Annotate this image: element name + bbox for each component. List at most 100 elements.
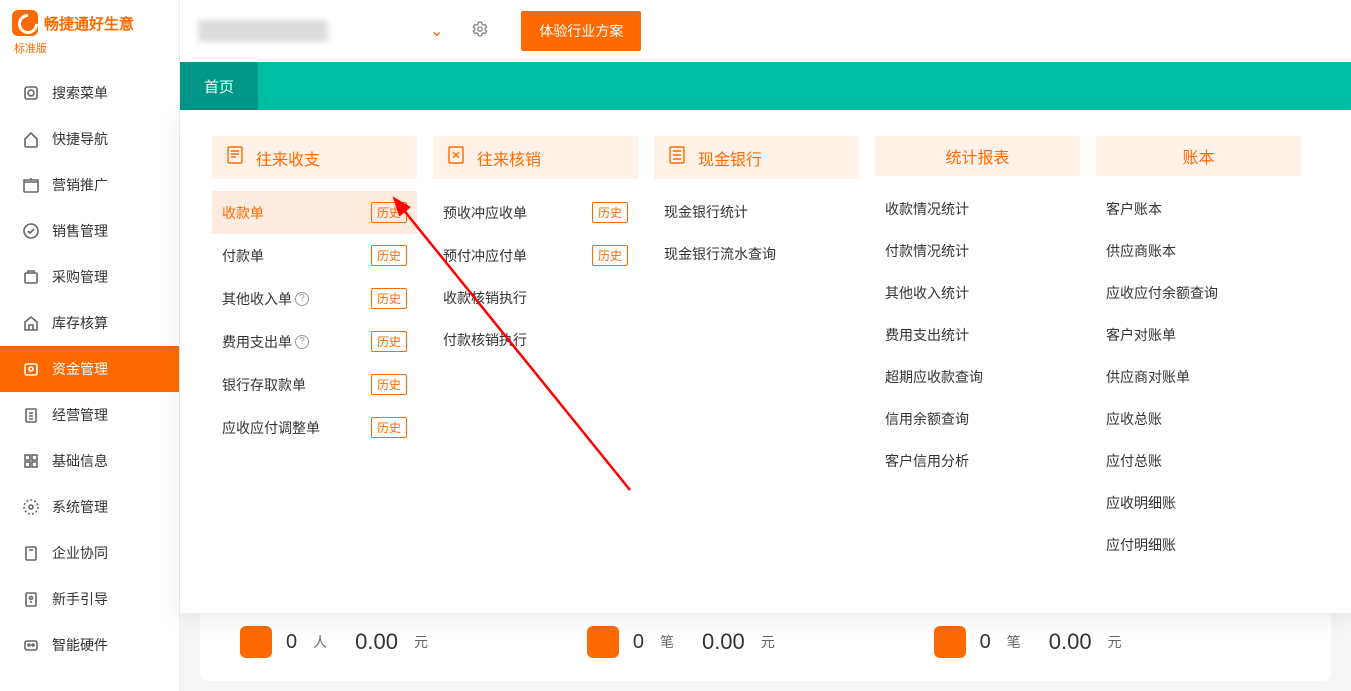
sidebar-item-label: 快捷导航	[52, 129, 108, 149]
tab-home[interactable]: 首页	[180, 62, 258, 110]
mega-column: 现金银行现金银行统计现金银行流水查询	[654, 136, 859, 587]
sidebar-item-label: 库存核算	[52, 313, 108, 333]
mega-item-label: 付款核销执行	[443, 330, 527, 350]
mega-column: 统计报表收款情况统计付款情况统计其他收入统计费用支出统计超期应收款查询信用余额查…	[875, 136, 1080, 587]
sidebar-item-marketing[interactable]: 营销推广	[0, 162, 179, 208]
stat-count: 0	[633, 631, 644, 654]
mega-item-label: 收款核销执行	[443, 288, 527, 308]
mega-menu-item[interactable]: 其他收入统计	[875, 272, 1080, 314]
mega-menu-item[interactable]: 应付明细账	[1096, 524, 1301, 566]
sidebar-item-funds[interactable]: 资金管理	[0, 346, 179, 392]
org-selector-redacted[interactable]	[198, 20, 328, 42]
mega-column-title: 现金银行	[698, 146, 762, 170]
sidebar-item-quicknav[interactable]: 快捷导航	[0, 116, 179, 162]
mega-item-label: 应收应付调整单	[222, 418, 320, 438]
stat-card: 0笔0.00元	[587, 626, 934, 658]
hardware-icon	[22, 636, 40, 654]
mega-menu-item[interactable]: 收款单历史	[212, 191, 417, 234]
mega-column: 往来核销预收冲应收单历史预付冲应付单历史收款核销执行付款核销执行	[433, 136, 638, 587]
cta-button[interactable]: 体验行业方案	[521, 11, 641, 51]
sidebar-item-label: 新手引导	[52, 589, 108, 609]
mega-menu-item[interactable]: 应收应付调整单 历史	[212, 406, 417, 449]
stat-unit: 人	[313, 632, 327, 652]
sales-icon	[22, 222, 40, 240]
sidebar: 畅捷通好生意 标准版 搜索菜单快捷导航营销推广销售管理采购管理库存核算资金管理经…	[0, 0, 180, 691]
stat-unit: 笔	[1007, 632, 1021, 652]
purchase-icon	[22, 268, 40, 286]
mega-menu-item[interactable]: 预付冲应付单 历史	[433, 234, 638, 277]
mega-item-label: 预付冲应付单	[443, 246, 527, 266]
sidebar-item-inventory[interactable]: 库存核算	[0, 300, 179, 346]
mega-item-label: 应付明细账	[1106, 535, 1176, 555]
sidebar-item-sales[interactable]: 销售管理	[0, 208, 179, 254]
mega-menu-item[interactable]: 付款核销执行	[433, 319, 638, 361]
mega-column-header: 现金银行	[654, 136, 859, 179]
basic-icon	[22, 452, 40, 470]
mega-column: 账本客户账本供应商账本应收应付余额查询客户对账单供应商对账单应收总账应付总账应收…	[1096, 136, 1301, 587]
stat-icon	[240, 626, 272, 658]
mega-menu-item[interactable]: 信用余额查询	[875, 398, 1080, 440]
mega-item-label: 其他收入统计	[885, 283, 969, 303]
sidebar-item-system[interactable]: 系统管理	[0, 484, 179, 530]
mega-item-label: 客户账本	[1106, 199, 1162, 219]
mega-menu-item[interactable]: 应收应付余额查询	[1096, 272, 1301, 314]
mega-menu-item[interactable]: 应收总账	[1096, 398, 1301, 440]
mega-item-label: 应收明细账	[1106, 493, 1176, 513]
mega-menu-item[interactable]: 现金银行流水查询	[654, 233, 859, 275]
mega-menu-item[interactable]: 付款单历史	[212, 234, 417, 277]
history-badge[interactable]: 历史	[371, 202, 407, 223]
sidebar-item-hardware[interactable]: 智能硬件	[0, 622, 179, 668]
sidebar-item-purchase[interactable]: 采购管理	[0, 254, 179, 300]
help-icon[interactable]: ?	[295, 335, 309, 349]
mega-item-label: 银行存取款单	[222, 375, 306, 395]
mega-menu-item[interactable]: 应付总账	[1096, 440, 1301, 482]
sidebar-item-collab[interactable]: 企业协同	[0, 530, 179, 576]
sidebar-item-basic[interactable]: 基础信息	[0, 438, 179, 484]
history-badge[interactable]: 历史	[592, 202, 628, 223]
mega-menu-item[interactable]: 客户对账单	[1096, 314, 1301, 356]
guide-icon	[22, 590, 40, 608]
mega-menu-item[interactable]: 其他收入单?历史	[212, 277, 417, 320]
logo: 畅捷通好生意	[0, 0, 179, 40]
mega-menu-item[interactable]: 现金银行统计	[654, 191, 859, 233]
mega-item-label: 应付总账	[1106, 451, 1162, 471]
system-icon	[22, 498, 40, 516]
mega-menu-item[interactable]: 银行存取款单 历史	[212, 363, 417, 406]
chevron-down-icon[interactable]: ⌄	[430, 21, 443, 41]
history-badge[interactable]: 历史	[592, 245, 628, 266]
gear-icon[interactable]	[471, 20, 489, 43]
sidebar-item-label: 销售管理	[52, 221, 108, 241]
mega-menu-item[interactable]: 供应商账本	[1096, 230, 1301, 272]
sidebar-item-search[interactable]: 搜索菜单	[0, 70, 179, 116]
collab-icon	[22, 544, 40, 562]
mega-menu-item[interactable]: 收款核销执行	[433, 277, 638, 319]
mega-column-header: 账本	[1096, 136, 1301, 176]
bottom-stats: 0人0.00元0笔0.00元0笔0.00元	[200, 603, 1331, 681]
search-icon	[22, 84, 40, 102]
stat-icon	[587, 626, 619, 658]
history-badge[interactable]: 历史	[371, 417, 407, 438]
sidebar-nav: 搜索菜单快捷导航营销推广销售管理采购管理库存核算资金管理经营管理基础信息系统管理…	[0, 64, 179, 668]
mega-column-title: 账本	[1182, 144, 1214, 168]
mega-menu-item[interactable]: 收款情况统计	[875, 188, 1080, 230]
mega-menu-item[interactable]: 客户账本	[1096, 188, 1301, 230]
mega-menu-item[interactable]: 客户信用分析	[875, 440, 1080, 482]
mega-menu-item[interactable]: 供应商对账单	[1096, 356, 1301, 398]
history-badge[interactable]: 历史	[371, 245, 407, 266]
mega-menu: 往来收支收款单历史付款单历史其他收入单?历史费用支出单?历史银行存取款单历史应收…	[180, 110, 1351, 613]
mega-item-label: 信用余额查询	[885, 409, 969, 429]
history-badge[interactable]: 历史	[371, 374, 407, 395]
history-badge[interactable]: 历史	[371, 331, 407, 352]
mega-menu-item[interactable]: 超期应收款查询	[875, 356, 1080, 398]
mega-menu-item[interactable]: 预收冲应收单历史	[433, 191, 638, 234]
marketing-icon	[22, 176, 40, 194]
mega-menu-item[interactable]: 应收明细账	[1096, 482, 1301, 524]
mega-menu-item[interactable]: 付款情况统计	[875, 230, 1080, 272]
help-icon[interactable]: ?	[295, 292, 309, 306]
mega-menu-item[interactable]: 费用支出统计	[875, 314, 1080, 356]
sidebar-item-guide[interactable]: 新手引导	[0, 576, 179, 622]
mega-column-header: 统计报表	[875, 136, 1080, 176]
mega-menu-item[interactable]: 费用支出单?历史	[212, 320, 417, 363]
sidebar-item-business[interactable]: 经营管理	[0, 392, 179, 438]
history-badge[interactable]: 历史	[371, 288, 407, 309]
